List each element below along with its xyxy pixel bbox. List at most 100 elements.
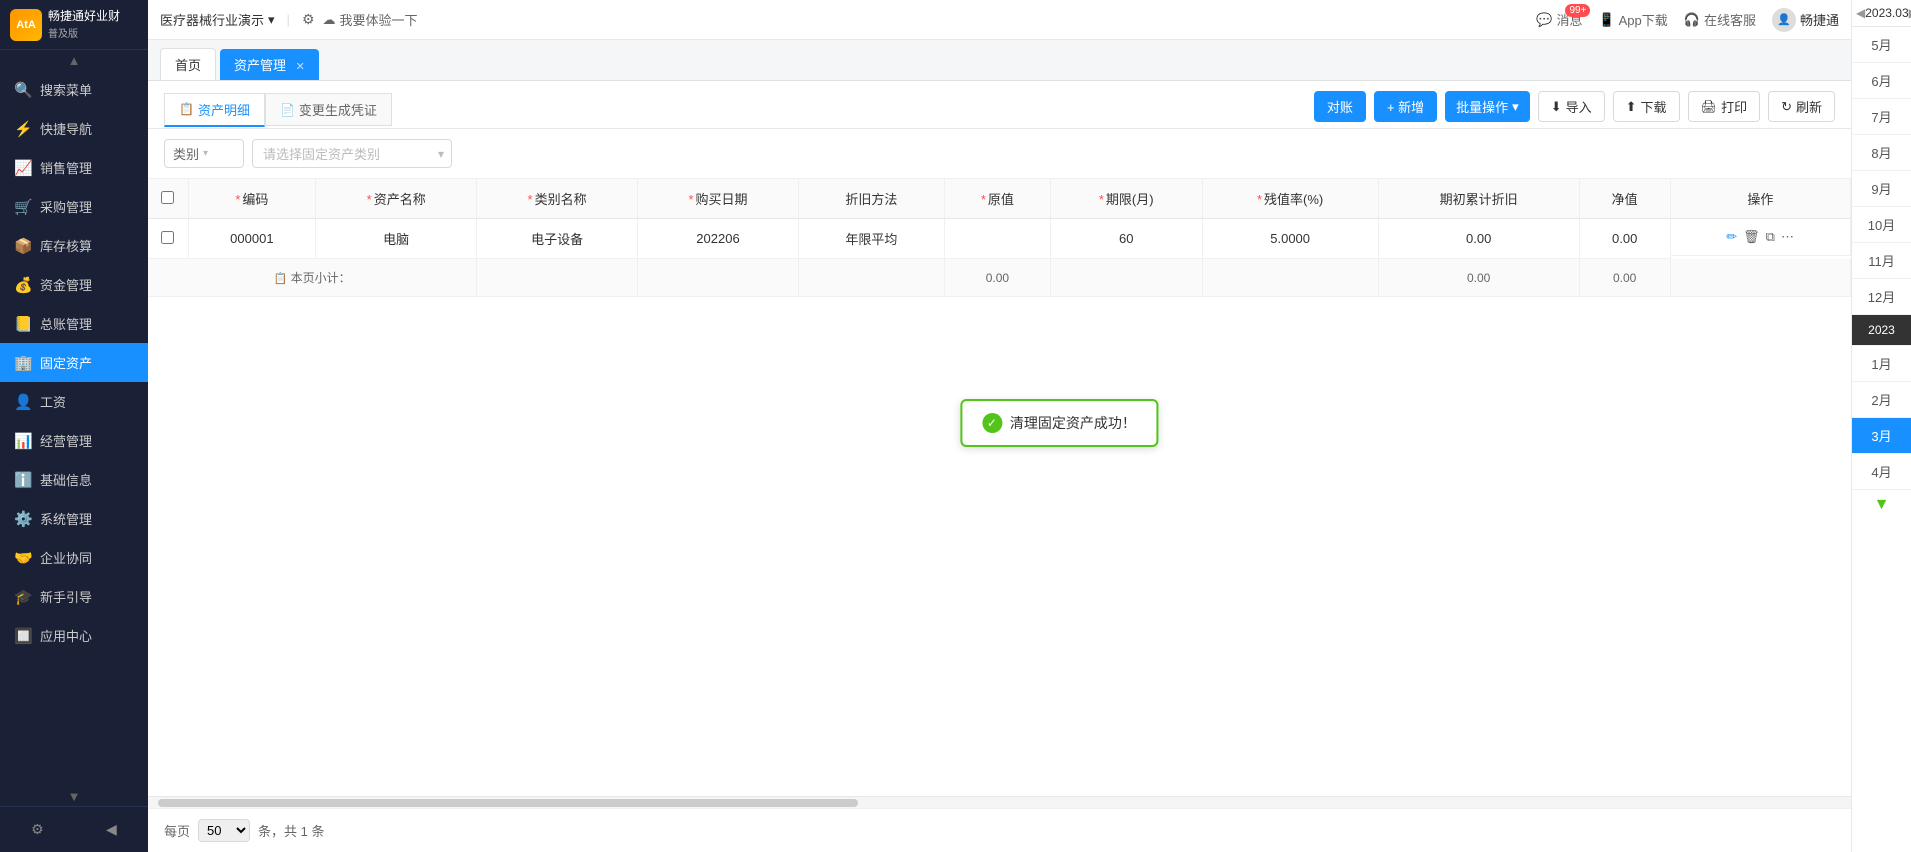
sidebar-item-cooperation[interactable]: 🤝 企业协同 [0,538,148,577]
per-page-label: 每页 [164,821,190,840]
cal-header-row: ◀ 2023.03 ▶ [1852,0,1911,27]
sales-icon: 📈 [14,159,32,177]
collapse-icon[interactable]: ◀ [100,815,123,844]
sidebar-item-ledger[interactable]: 📒 总账管理 [0,304,148,343]
cal-month-4[interactable]: 4月 [1852,454,1911,490]
message-btn[interactable]: 💬 消息 99+ [1536,10,1582,29]
operations-icon: 📊 [14,432,32,450]
tab-home[interactable]: 首页 [160,48,216,80]
user-menu[interactable]: 👤 畅捷通 [1772,8,1839,32]
batch-label: 批量操作 [1456,97,1508,116]
scrollbar-thumb[interactable] [158,799,858,807]
inventory-icon: 📦 [14,237,32,255]
sidebar-item-operations[interactable]: 📊 经营管理 [0,421,148,460]
reconcile-btn[interactable]: 对账 [1314,91,1366,122]
per-page-select[interactable]: 50 20 100 [198,819,250,842]
select-all-checkbox[interactable] [161,191,174,204]
sidebar-item-funds[interactable]: 💰 资金管理 [0,265,148,304]
cal-month-11[interactable]: 11月 [1852,243,1911,279]
guide-icon: 🎓 [14,588,32,606]
subtab-asset-detail[interactable]: 📋 资产明细 [164,93,265,127]
cal-month-9[interactable]: 9月 [1852,171,1911,207]
sidebar-item-purchase[interactable]: 🛒 采购管理 [0,187,148,226]
subtab-label: 变更生成凭证 [299,100,377,119]
cal-month-8[interactable]: 8月 [1852,135,1911,171]
sidebar-item-apps[interactable]: 🔲 应用中心 [0,616,148,655]
assets-icon: 🏢 [14,354,32,372]
cal-prev-icon[interactable]: ◀ [1856,6,1865,20]
customer-service-btn[interactable]: 🎧 在线客服 [1684,10,1756,29]
cal-month-10[interactable]: 10月 [1852,207,1911,243]
subtotal-row: 📋 本页小计： 0.00 0.00 0.00 [148,259,1851,297]
download-btn[interactable]: ⬆ 下载 [1613,91,1680,122]
more-icon[interactable]: ⋯ [1781,229,1794,245]
category-select[interactable]: 类别 ▾ [164,139,244,168]
cal-month-5[interactable]: 5月 [1852,27,1911,63]
placeholder-text: 请选择固定资产类别 [263,147,380,162]
batch-btn[interactable]: 批量操作 ▾ [1445,91,1530,122]
experience-btn[interactable]: ☁ 我要体验一下 [323,10,418,29]
cal-month-1[interactable]: 1月 [1852,346,1911,382]
row-name: 电脑 [316,219,477,259]
dl-icon: ⬆ [1626,99,1637,115]
row-depreciation-method: 年限平均 [798,219,944,259]
tab-close-icon[interactable]: ✕ [296,61,305,73]
purchase-icon: 🛒 [14,198,32,216]
sidebar-item-label: 采购管理 [40,197,92,216]
sidebar: AtA 畅捷通好业财 普及版 ▲ 🔍 搜索菜单 ⚡ 快捷导航 📈 销售管理 🛒 … [0,0,148,852]
row-checkbox[interactable] [161,231,174,244]
sidebar-bottom: ⚙ ◀ [0,806,148,852]
col-original-value: *原值 [944,179,1050,219]
col-period: *期限(月) [1050,179,1202,219]
scroll-down-arrow[interactable]: ▼ [0,786,148,806]
new-btn[interactable]: + 新增 [1374,91,1437,122]
subtab-voucher[interactable]: 📄 变更生成凭证 [265,93,392,126]
message-badge: 99+ [1565,4,1590,17]
cal-month-12[interactable]: 12月 [1852,279,1911,315]
print-icon: 🖨 [1701,99,1718,115]
total-label: 条，共 1 条 [258,821,324,840]
scroll-up-arrow[interactable]: ▲ [0,50,148,70]
category-placeholder[interactable]: 请选择固定资产类别 [252,139,452,168]
cal-month-3[interactable]: 3月 [1852,418,1911,454]
settings-icon[interactable]: ⚙ [25,815,50,844]
edit-icon[interactable]: ✏ [1726,229,1737,245]
sidebar-item-basic[interactable]: ℹ️ 基础信息 [0,460,148,499]
cal-nav-down[interactable]: ▼ [1852,490,1911,520]
sidebar-item-search[interactable]: 🔍 搜索菜单 [0,70,148,109]
funds-icon: 💰 [14,276,32,294]
toolbar-buttons: 对账 + 新增 批量操作 ▾ ⬇ 导入 ⬆ 下载 🖨 打印 [1314,91,1835,128]
sidebar-item-system[interactable]: ⚙️ 系统管理 [0,499,148,538]
sidebar-item-guide[interactable]: 🎓 新手引导 [0,577,148,616]
username: 畅捷通 [1800,10,1839,29]
import-btn[interactable]: ⬇ 导入 [1538,91,1605,122]
copy-icon[interactable]: ⧉ [1766,229,1775,245]
cal-month-7[interactable]: 7月 [1852,99,1911,135]
sidebar-item-inventory[interactable]: 📦 库存核算 [0,226,148,265]
col-depreciation-method: 折旧方法 [798,179,944,219]
row-checkbox-cell[interactable] [148,219,188,259]
settings-gear-icon[interactable]: ⚙ [302,11,315,28]
sidebar-item-salary[interactable]: 👤 工资 [0,382,148,421]
import-icon: ⬇ [1551,99,1562,115]
cal-month-6[interactable]: 6月 [1852,63,1911,99]
cal-month-2[interactable]: 2月 [1852,382,1911,418]
col-net-value: 净值 [1579,179,1670,219]
scrollbar-area[interactable] [148,796,1851,808]
print-btn[interactable]: 🖨 打印 [1688,91,1761,122]
tab-assets[interactable]: 资产管理 ✕ [220,49,319,80]
sidebar-item-label: 固定资产 [40,353,92,372]
company-selector[interactable]: 医疗器械行业演示 ▾ [160,10,275,29]
delete-icon[interactable]: 🗑 [1743,229,1760,245]
sidebar-item-label: 库存核算 [40,236,92,255]
sidebar-item-assets[interactable]: 🏢 固定资产 [0,343,148,382]
logo-text: 畅捷通好业财 [48,9,120,25]
sidebar-item-label: 搜索菜单 [40,80,92,99]
sidebar-item-quicknav[interactable]: ⚡ 快捷导航 [0,109,148,148]
subtotal-initial-depreciation: 0.00 [1378,259,1579,297]
sidebar-item-sales[interactable]: 📈 销售管理 [0,148,148,187]
refresh-btn[interactable]: ↻ 刷新 [1768,91,1835,122]
app-download-btn[interactable]: 📱 App下载 [1598,10,1667,29]
download-icon: 📱 [1598,12,1614,28]
pagination: 每页 50 20 100 条，共 1 条 [148,808,1851,852]
